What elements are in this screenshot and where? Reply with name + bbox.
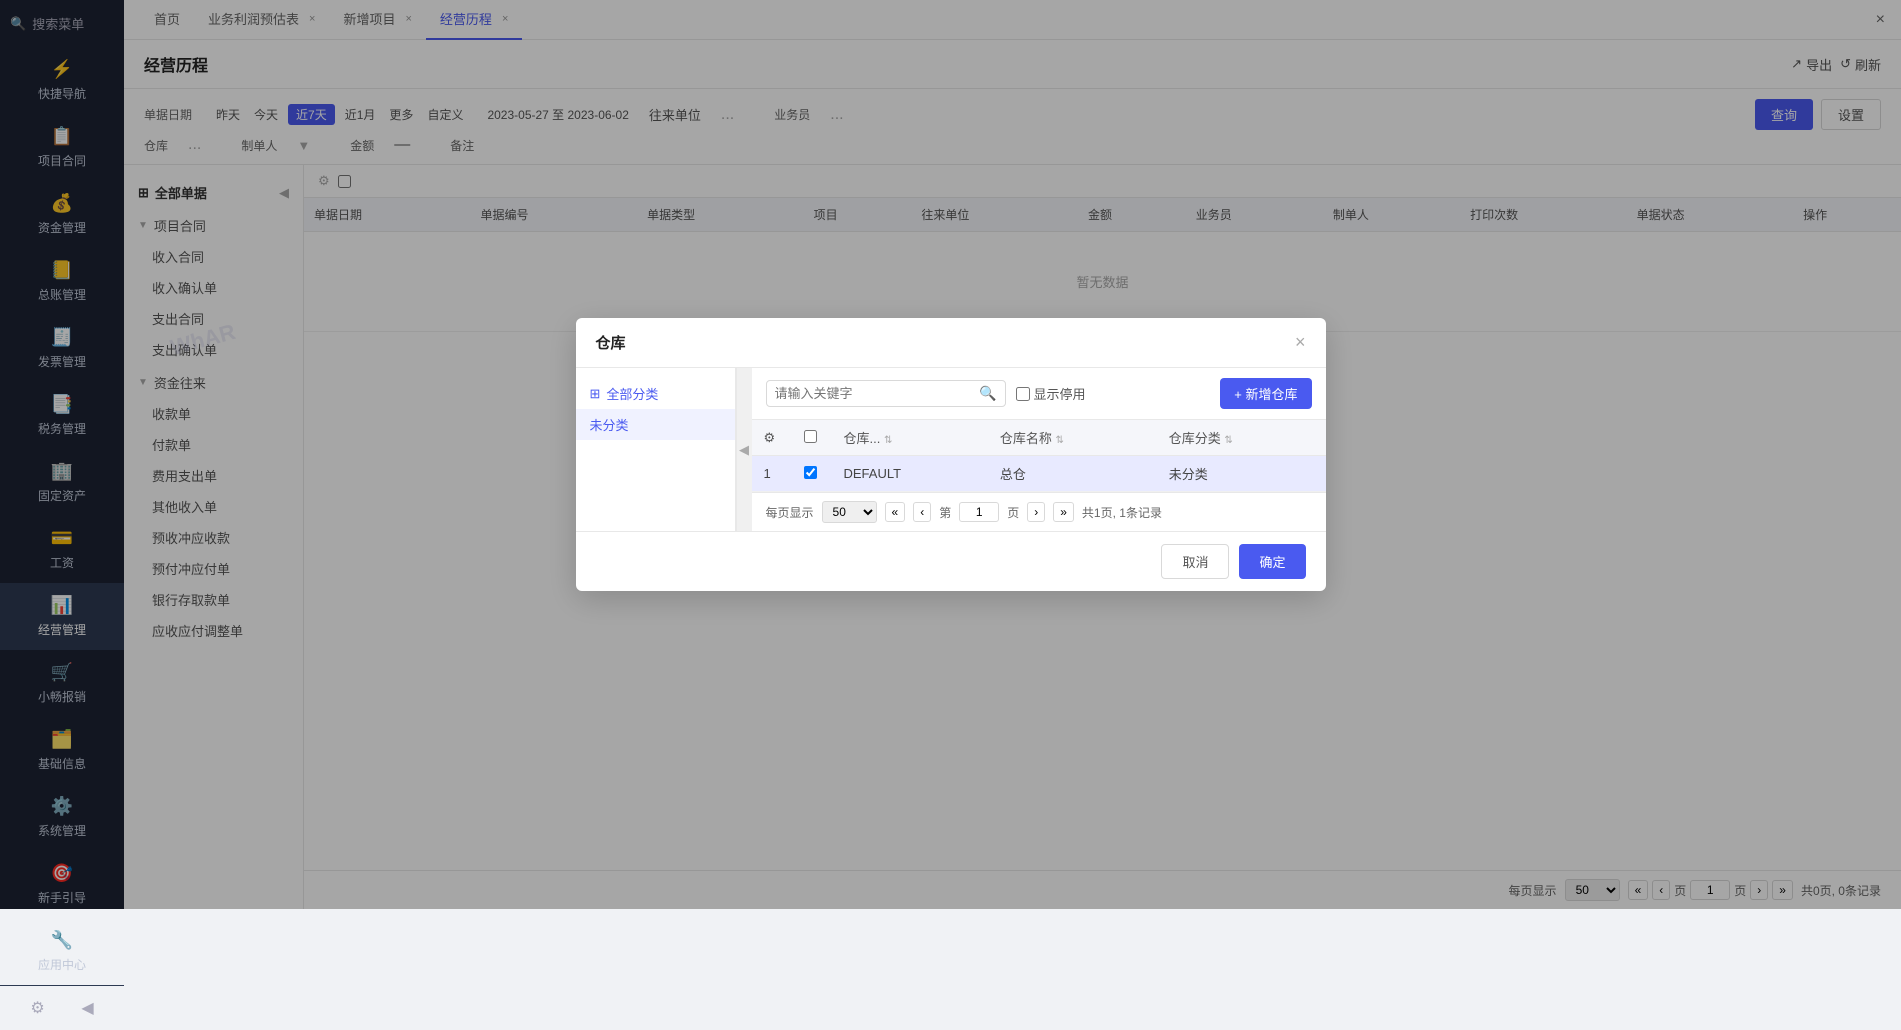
- modal-last-page[interactable]: »: [1053, 502, 1074, 522]
- all-category-label: 全部分类: [606, 384, 658, 403]
- modal-right-panel: 🔍 显示停用 + 新增仓库 ⚙: [752, 368, 1326, 531]
- modal-page-input[interactable]: [959, 502, 999, 522]
- collapse-side-button[interactable]: ◀: [736, 368, 752, 531]
- row-settings: 1: [752, 456, 792, 492]
- modal-cat-未分类[interactable]: 未分类: [576, 409, 735, 440]
- modal-warehouse-table: ⚙ 仓库... ⇅ 仓库名称 ⇅: [752, 420, 1326, 492]
- row-select-checkbox[interactable]: [804, 466, 817, 479]
- confirm-button[interactable]: 确定: [1239, 544, 1305, 579]
- sidebar-item-app-center[interactable]: 🔧 应用中心: [0, 918, 124, 985]
- col-settings: ⚙: [752, 420, 792, 456]
- add-warehouse-button[interactable]: + 新增仓库: [1220, 378, 1311, 409]
- all-category-header[interactable]: ⊞ 全部分类: [576, 378, 735, 409]
- modal-footer: 取消 确定: [576, 531, 1326, 591]
- grid-icon-modal: ⊞: [590, 386, 601, 402]
- show-disabled-checkbox[interactable]: [1016, 387, 1030, 401]
- modal-page-size-label: 每页显示: [766, 504, 814, 521]
- sort-icon-name[interactable]: ⇅: [1056, 435, 1064, 446]
- col-category-header: 仓库分类 ⇅: [1157, 420, 1326, 456]
- modal-header: 仓库 ×: [576, 318, 1326, 368]
- modal-prev-page[interactable]: ‹: [913, 502, 931, 522]
- modal-overlay: 仓库 × ⊞ 全部分类 未分类 ◀: [0, 0, 1901, 909]
- modal-left-container: ⊞ 全部分类 未分类 ◀: [576, 368, 752, 531]
- settings-icon[interactable]: ⚙: [30, 998, 44, 1018]
- modal-total-info: 共1页, 1条记录: [1082, 504, 1162, 521]
- modal-pagination: 每页显示 50 100 « ‹ 第 页 › » 共1页, 1条记录: [752, 492, 1326, 531]
- modal-search-input[interactable]: [775, 386, 974, 401]
- col-name-header: 仓库名称 ⇅: [988, 420, 1157, 456]
- sidebar-label-app-center: 应用中心: [38, 956, 86, 973]
- sort-icon-code[interactable]: ⇅: [884, 435, 892, 446]
- search-icon-modal: 🔍: [979, 385, 996, 402]
- col-code-label: 仓库...: [844, 431, 881, 446]
- modal-page-unit: 页: [1007, 504, 1019, 521]
- row-category: 未分类: [1157, 456, 1326, 492]
- sidebar-icon-app-center: 🔧: [51, 930, 73, 951]
- volume-icon[interactable]: ◀: [81, 998, 93, 1018]
- row-checkbox: [792, 456, 832, 492]
- table-row[interactable]: 1 DEFAULT 总仓 未分类: [752, 456, 1326, 492]
- show-disabled-label: 显示停用: [1034, 384, 1086, 403]
- col-code-header: 仓库... ⇅: [832, 420, 988, 456]
- modal-title: 仓库: [596, 332, 626, 353]
- modal-page-num-label: 第: [939, 504, 951, 521]
- modal-close-button[interactable]: ×: [1295, 332, 1306, 353]
- row-code: DEFAULT: [832, 456, 988, 492]
- cancel-button[interactable]: 取消: [1161, 544, 1229, 579]
- modal-toolbar: 🔍 显示停用 + 新增仓库: [752, 368, 1326, 420]
- modal-table-wrap: ⚙ 仓库... ⇅ 仓库名称 ⇅: [752, 420, 1326, 492]
- modal-categories: 未分类: [576, 409, 735, 440]
- modal-body: ⊞ 全部分类 未分类 ◀ 🔍 显示停用: [576, 368, 1326, 531]
- select-all-modal[interactable]: [804, 430, 817, 443]
- col-name-label: 仓库名称: [1000, 431, 1052, 446]
- warehouse-modal: 仓库 × ⊞ 全部分类 未分类 ◀: [576, 318, 1326, 591]
- col-checkbox-header: [792, 420, 832, 456]
- modal-page-size-select[interactable]: 50 100: [822, 501, 877, 523]
- modal-next-page[interactable]: ›: [1027, 502, 1045, 522]
- show-disabled-wrap: 显示停用: [1016, 384, 1086, 403]
- modal-first-page[interactable]: «: [885, 502, 906, 522]
- sidebar-bottom: ⚙ ◀: [0, 985, 124, 1030]
- modal-search-wrap: 🔍: [766, 380, 1006, 407]
- sort-icon-category[interactable]: ⇅: [1224, 435, 1232, 446]
- col-category-label: 仓库分类: [1169, 431, 1221, 446]
- row-name: 总仓: [988, 456, 1157, 492]
- modal-category-panel: ⊞ 全部分类 未分类: [576, 368, 736, 531]
